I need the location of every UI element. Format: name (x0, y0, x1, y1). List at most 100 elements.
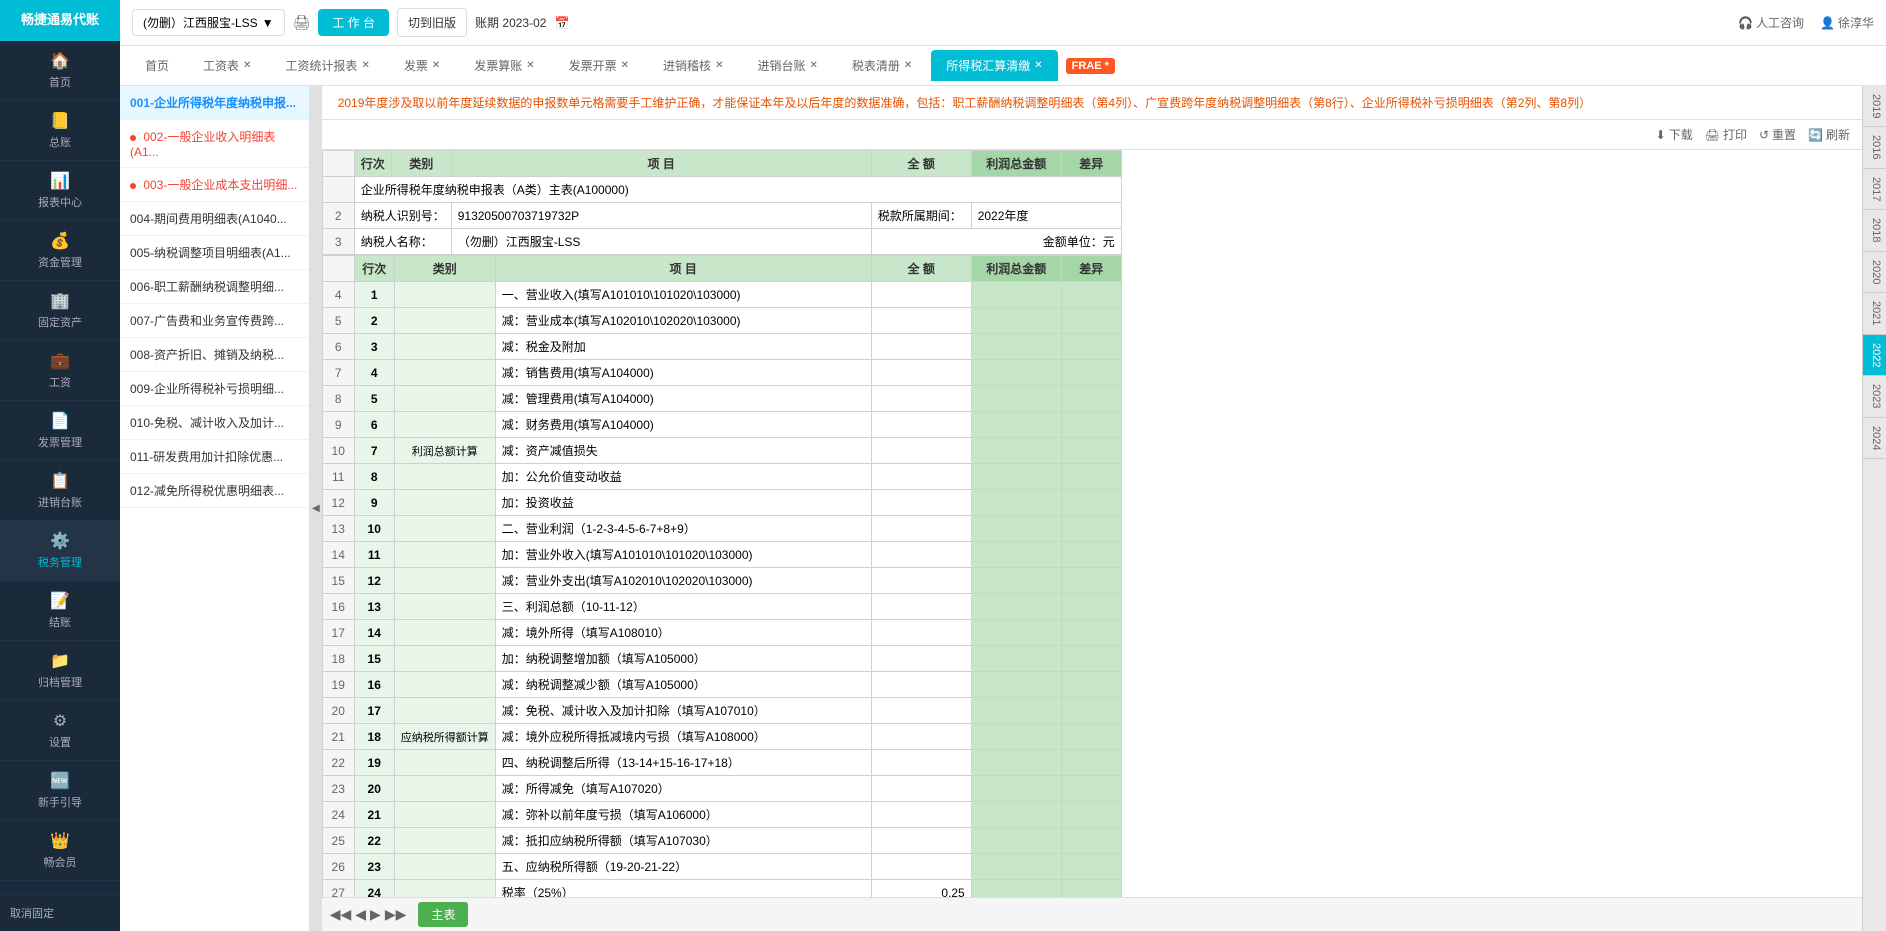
year-2020[interactable]: 2020 (1863, 252, 1886, 293)
col-profit (971, 854, 1061, 880)
sidebar-item-home[interactable]: 🏠 首页 (0, 41, 120, 101)
left-panel-item-006[interactable]: 006-职工薪酬纳税调整明细... (120, 270, 309, 304)
collapse-panel-button[interactable]: ◀ (310, 86, 322, 931)
tab-payroll-close[interactable]: ✕ (243, 60, 251, 71)
col-diff (1061, 412, 1121, 438)
year-2017[interactable]: 2017 (1863, 169, 1886, 210)
year-2016[interactable]: 2016 (1863, 127, 1886, 168)
left-panel-item-010[interactable]: 010-免税、减计收入及加计... (120, 406, 309, 440)
left-panel-item-005[interactable]: 005-纳税调整项目明细表(A1... (120, 236, 309, 270)
tab-invoice-open-close[interactable]: ✕ (621, 60, 629, 71)
col-rownum-header2 (322, 256, 354, 282)
tab-payroll[interactable]: 工资表 ✕ (188, 50, 266, 81)
tab-income-tax-close[interactable]: ✕ (1034, 60, 1042, 71)
bottom-tab-main[interactable]: 主表 (418, 902, 468, 927)
company-selector[interactable]: (勿删）江西服宝-LSS ▼ (132, 9, 285, 36)
left-panel-item-007[interactable]: 007-广告费和业务宣传费跨... (120, 304, 309, 338)
sidebar-item-member[interactable]: 👑 畅会员 (0, 821, 120, 881)
left-panel-item-012[interactable]: 012-减免所得税优惠明细表... (120, 474, 309, 508)
table-title-row: 企业所得税年度纳税申报表（A类）主表(A100000) (322, 177, 1121, 203)
sidebar-item-invoice[interactable]: 📄 发票管理 (0, 401, 120, 461)
left-panel-item-004[interactable]: 004-期间费用明细表(A1040... (120, 202, 309, 236)
table-row: 2724税率（25%）0.25 (322, 880, 1121, 898)
col-item: 加：投资收益 (495, 490, 871, 516)
tab-invoice[interactable]: 发票 ✕ (389, 50, 455, 81)
col-category (394, 542, 495, 568)
tab-invoice-calc-close[interactable]: ✕ (526, 60, 534, 71)
refresh-button[interactable]: 🔄 刷新 (1808, 126, 1850, 143)
tab-invoice-open-label: 发票开票 (569, 57, 617, 74)
table-row: 2421减：弥补以前年度亏损（填写A106000） (322, 802, 1121, 828)
tab-payroll-stat[interactable]: 工资统计报表 ✕ (270, 50, 384, 81)
year-2021[interactable]: 2021 (1863, 293, 1886, 334)
nav-left-icon[interactable]: ◀◀ (330, 906, 352, 923)
col-value (871, 542, 971, 568)
tab-invoice-calc[interactable]: 发票算账 ✕ (459, 50, 549, 81)
left-panel-item-009[interactable]: 009-企业所得税补亏损明细... (120, 372, 309, 406)
col-diff (1061, 334, 1121, 360)
year-2023[interactable]: 2023 (1863, 376, 1886, 417)
col-item: 减：所得减免（填写A107020） (495, 776, 871, 802)
sidebar-item-closing[interactable]: 📝 结账 (0, 581, 120, 641)
col-value (871, 828, 971, 854)
tab-income-tax[interactable]: 所得税汇算清缴 ✕ (931, 50, 1057, 81)
frae-badge: FRAE * (1066, 58, 1115, 74)
print-button[interactable]: 🖨 打印 (1705, 126, 1747, 143)
left-panel-item-003[interactable]: 003-一般企业成本支出明细... (120, 168, 309, 202)
col-profit (971, 646, 1061, 672)
left-panel-item-002[interactable]: 002-一般企业收入明细表(A1... (120, 120, 309, 168)
left-panel-item-011[interactable]: 011-研发费用加计扣除优惠... (120, 440, 309, 474)
tab-check-close[interactable]: ✕ (715, 60, 723, 71)
unpin-button[interactable]: 取消固定 (0, 894, 120, 931)
col-diff (1061, 672, 1121, 698)
nav-next-icon[interactable]: ▶ (370, 906, 381, 923)
sidebar-item-payroll[interactable]: 💼 工资 (0, 341, 120, 401)
sidebar-item-archive[interactable]: 📁 归档管理 (0, 641, 120, 701)
nav-prev-icon[interactable]: ◀ (355, 906, 366, 923)
year-2024[interactable]: 2024 (1863, 418, 1886, 459)
tab-invoice-close[interactable]: ✕ (432, 60, 440, 71)
year-2019[interactable]: 2019 (1863, 86, 1886, 127)
tab-payroll-stat-close[interactable]: ✕ (361, 60, 369, 71)
download-button[interactable]: ⬇ 下载 (1656, 126, 1693, 143)
tax-period-label: 税款所属期间： (871, 203, 971, 229)
col-category (394, 828, 495, 854)
tab-tax-clear[interactable]: 税表清册 ✕ (837, 50, 927, 81)
tab-check[interactable]: 进销稽核 ✕ (648, 50, 738, 81)
col-profit (971, 516, 1061, 542)
tab-tax-clear-close[interactable]: ✕ (904, 60, 912, 71)
workbench-button[interactable]: 工 作 台 (318, 9, 389, 36)
reset-button[interactable]: ↺ 重置 (1759, 126, 1796, 143)
sidebar-item-guide[interactable]: 🆕 新手引导 (0, 761, 120, 821)
sidebar-item-reports[interactable]: 📊 报表中心 (0, 161, 120, 221)
sidebar-item-ledger[interactable]: 📒 总账 (0, 101, 120, 161)
left-panel-item-008[interactable]: 008-资产折旧、摊销及纳税... (120, 338, 309, 372)
finance-icon: 💰 (50, 231, 70, 251)
col-category (394, 698, 495, 724)
col-category: 应纳税所得额计算 (394, 724, 495, 750)
calendar-icon: 📅 (554, 16, 569, 30)
switch-old-button[interactable]: 切到旧版 (397, 8, 467, 37)
unit-label: 金额单位：元 (871, 229, 1121, 255)
nav-right-icon[interactable]: ▶▶ (385, 906, 407, 923)
user-service[interactable]: 🎧 人工咨询 (1738, 14, 1804, 31)
sidebar-item-finance[interactable]: 💰 资金管理 (0, 221, 120, 281)
sidebar-item-label: 畅会员 (44, 854, 77, 870)
tab-ps-ledger-close[interactable]: ✕ (809, 60, 817, 71)
table-row: 118加：公允价值变动收益 (322, 464, 1121, 490)
col-category (394, 308, 495, 334)
item-label: 003-一般企业成本支出明细... (143, 178, 297, 192)
col-value (871, 282, 971, 308)
sidebar-item-settings[interactable]: ⚙ 设置 (0, 701, 120, 761)
sidebar-item-purchasesales[interactable]: 📋 进销台账 (0, 461, 120, 521)
left-panel-item-001[interactable]: 001-企业所得税年度纳税申报... (120, 86, 309, 120)
tab-home[interactable]: 首页 (130, 50, 184, 81)
year-2022[interactable]: 2022 (1863, 335, 1886, 376)
col-seq: 17 (354, 698, 394, 724)
tab-invoice-open[interactable]: 发票开票 ✕ (554, 50, 644, 81)
sidebar-item-assets[interactable]: 🏢 固定资产 (0, 281, 120, 341)
sidebar-item-tax[interactable]: ⚙️ 税务管理 (0, 521, 120, 581)
sidebar-item-label: 进销台账 (38, 494, 82, 510)
tab-ps-ledger[interactable]: 进销台账 ✕ (742, 50, 832, 81)
year-2018[interactable]: 2018 (1863, 210, 1886, 251)
